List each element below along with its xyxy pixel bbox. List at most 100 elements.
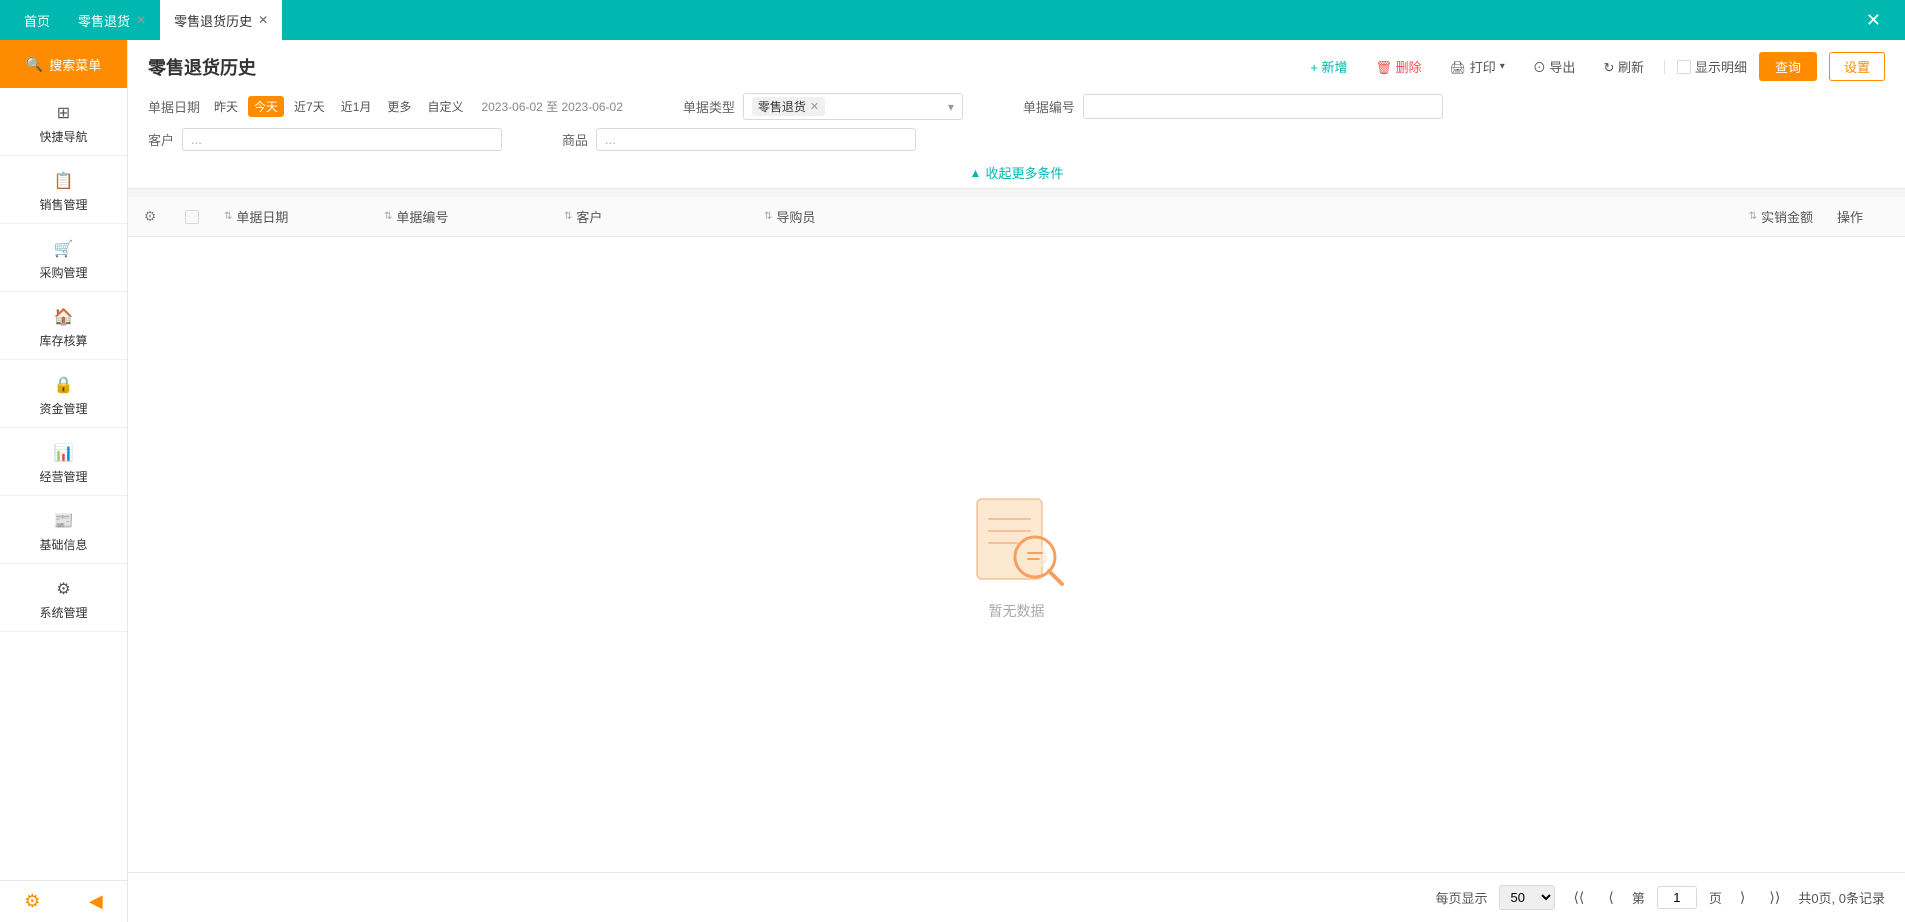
th-amount-label: 实销金额 (1761, 207, 1813, 226)
tab-retail-return-history[interactable]: 零售退货历史 ✕ (160, 0, 282, 40)
sort-customer-icon[interactable]: ⇅ (564, 211, 572, 222)
sidebar-item-finance-label: 资金管理 (39, 400, 87, 417)
sidebar-search[interactable]: 🔍 搜索菜单 (0, 40, 127, 88)
pagination-page-suffix: 页 (1709, 888, 1722, 907)
print-button[interactable]: 🖨 打印 ▾ (1442, 53, 1513, 80)
filter-goods-ellipsis: ... (605, 132, 616, 147)
filter-area: 单据日期 昨天 今天 近7天 近1月 更多 自定义 2023-06-02 至 2… (148, 93, 1885, 188)
tab-retail-return-close[interactable]: ✕ (136, 13, 146, 27)
collapse-filter-button[interactable]: ▲ 收起更多条件 (148, 159, 1885, 188)
settings-button[interactable]: 设置 (1829, 52, 1885, 81)
tab-home-label: 首页 (24, 11, 50, 30)
filter-type-tag-remove[interactable]: ✕ (810, 100, 819, 113)
th-customer-label: 客户 (576, 207, 602, 226)
collapse-sidebar-icon[interactable]: ◀ (89, 891, 103, 912)
sort-guide-icon[interactable]: ⇅ (764, 211, 772, 222)
pagination-page-input[interactable] (1657, 886, 1697, 909)
th-guide-label: 导购员 (776, 207, 815, 226)
page-title-row: 零售退货历史 + 新增 🗑 删除 🖨 打印 ▾ ⊙ 导出 (148, 52, 1885, 81)
window-close-button[interactable]: ✕ (1858, 10, 1889, 31)
sidebar-item-system-label: 系统管理 (39, 604, 87, 621)
pagination-page-label: 第 (1632, 888, 1645, 907)
th-date-label: 单据日期 (236, 207, 288, 226)
toolbar-divider (1664, 60, 1665, 74)
date-btn-7days[interactable]: 近7天 (288, 96, 331, 117)
th-check[interactable] (172, 210, 212, 224)
pagination-per-page-select[interactable]: 10 20 50 100 (1499, 885, 1555, 910)
settings-icon[interactable]: ⚙ (24, 891, 40, 912)
sidebar-item-sales-mgmt[interactable]: 📋 销售管理 (0, 156, 127, 224)
table-body: 暂无数据 (128, 237, 1905, 872)
sidebar-item-system-mgmt[interactable]: ⚙ 系统管理 (0, 564, 127, 632)
toolbar: + 新增 🗑 删除 🖨 打印 ▾ ⊙ 导出 ↻ 刷新 (1302, 52, 1885, 81)
filter-goods-container[interactable]: ... (596, 128, 916, 151)
sidebar: 🔍 搜索菜单 ⊞ 快捷导航 📋 销售管理 🛒 采购管理 🏠 库存核算 🔒 (0, 40, 128, 922)
new-button[interactable]: + 新增 (1302, 53, 1355, 80)
table-settings-icon[interactable]: ⚙ (144, 208, 157, 225)
main-layout: 🔍 搜索菜单 ⊞ 快捷导航 📋 销售管理 🛒 采购管理 🏠 库存核算 🔒 (0, 40, 1905, 922)
sidebar-item-finance-mgmt[interactable]: 🔒 资金管理 (0, 360, 127, 428)
export-button-label: ⊙ 导出 (1533, 57, 1576, 76)
sidebar-item-inventory-label: 库存核算 (39, 332, 87, 349)
filter-type-dropdown-icon[interactable]: ▾ (948, 100, 954, 114)
pagination-last-button[interactable]: ⟩⟩ (1763, 887, 1786, 908)
quick-nav-icon: ⊞ (53, 102, 75, 124)
date-btn-today[interactable]: 今天 (248, 96, 284, 117)
th-setting[interactable]: ⚙ (128, 208, 172, 225)
filter-type-label: 单据类型 (683, 97, 735, 116)
system-mgmt-icon: ⚙ (53, 578, 75, 600)
date-btn-custom[interactable]: 自定义 (421, 96, 469, 117)
table-check-all[interactable] (185, 210, 199, 224)
tab-home[interactable]: 首页 (10, 0, 64, 40)
tab-retail-return[interactable]: 零售退货 ✕ (64, 0, 160, 40)
sort-amount-icon[interactable]: ⇅ (1749, 211, 1757, 222)
sidebar-item-quick-nav-label: 快捷导航 (39, 128, 87, 145)
collapse-filter-label: 收起更多条件 (985, 163, 1063, 182)
filter-no-label: 单据编号 (1023, 97, 1075, 116)
sidebar-item-operations-label: 经营管理 (39, 468, 87, 485)
top-bar: 首页 零售退货 ✕ 零售退货历史 ✕ ✕ (0, 0, 1905, 40)
sidebar-item-quick-nav[interactable]: ⊞ 快捷导航 (0, 88, 127, 156)
display-detail-label: 显示明细 (1695, 57, 1747, 76)
top-bar-right: ✕ (1858, 10, 1905, 31)
sidebar-item-basic-info[interactable]: 📰 基础信息 (0, 496, 127, 564)
sort-no-icon[interactable]: ⇅ (384, 211, 392, 222)
pagination-first-button[interactable]: ⟨⟨ (1567, 887, 1590, 908)
date-btn-more[interactable]: 更多 (381, 96, 417, 117)
sort-date-icon[interactable]: ⇅ (224, 211, 232, 222)
pagination-prev-button[interactable]: ⟨ (1602, 887, 1619, 908)
th-guide: ⇅ 导购员 (752, 207, 952, 226)
filter-no-input[interactable] (1083, 94, 1443, 119)
filter-customer-container[interactable]: ... (182, 128, 502, 151)
date-btn-1month[interactable]: 近1月 (335, 96, 378, 117)
filter-goods-label: 商品 (562, 130, 588, 149)
tab-retail-return-history-close[interactable]: ✕ (258, 13, 268, 27)
filter-type-container[interactable]: 零售退货 ✕ ▾ (743, 93, 963, 120)
date-btn-yesterday[interactable]: 昨天 (208, 96, 244, 117)
delete-button[interactable]: 🗑 删除 (1368, 53, 1430, 80)
sidebar-bottom: ⚙ ◀ (0, 880, 127, 922)
filter-date-label: 单据日期 (148, 97, 200, 116)
print-button-label: 🖨 打印 (1450, 57, 1496, 76)
display-checkbox[interactable] (1677, 60, 1691, 74)
pagination-next-button[interactable]: ⟩ (1734, 887, 1751, 908)
display-detail-button[interactable]: 显示明细 (1677, 57, 1747, 76)
tab-retail-return-history-label: 零售退货历史 (174, 11, 252, 30)
table-container: ⚙ ⇅ 单据日期 ⇅ 单据编号 ⇅ 客户 ⇅ (128, 197, 1905, 922)
pagination-bar: 每页显示 10 20 50 100 ⟨⟨ ⟨ 第 页 ⟩ ⟩⟩ 共0页, 0条记… (128, 872, 1905, 922)
refresh-button[interactable]: ↻ 刷新 (1595, 53, 1652, 80)
inventory-icon: 🏠 (53, 306, 75, 328)
pagination-total-info: 共0页, 0条记录 (1798, 888, 1885, 907)
sidebar-item-inventory[interactable]: 🏠 库存核算 (0, 292, 127, 360)
filter-customer-label: 客户 (148, 130, 174, 149)
sidebar-item-purchase-mgmt[interactable]: 🛒 采购管理 (0, 224, 127, 292)
page-title: 零售退货历史 (148, 54, 256, 80)
query-button[interactable]: 查询 (1759, 52, 1817, 81)
operations-mgmt-icon: 📊 (53, 442, 75, 464)
filter-type-tag-text: 零售退货 (758, 98, 806, 115)
th-amount: ⇅ 实销金额 (952, 207, 1825, 226)
export-button[interactable]: ⊙ 导出 (1525, 53, 1584, 80)
sales-mgmt-icon: 📋 (53, 170, 75, 192)
sidebar-item-operations-mgmt[interactable]: 📊 经营管理 (0, 428, 127, 496)
empty-text: 暂无数据 (989, 601, 1045, 621)
